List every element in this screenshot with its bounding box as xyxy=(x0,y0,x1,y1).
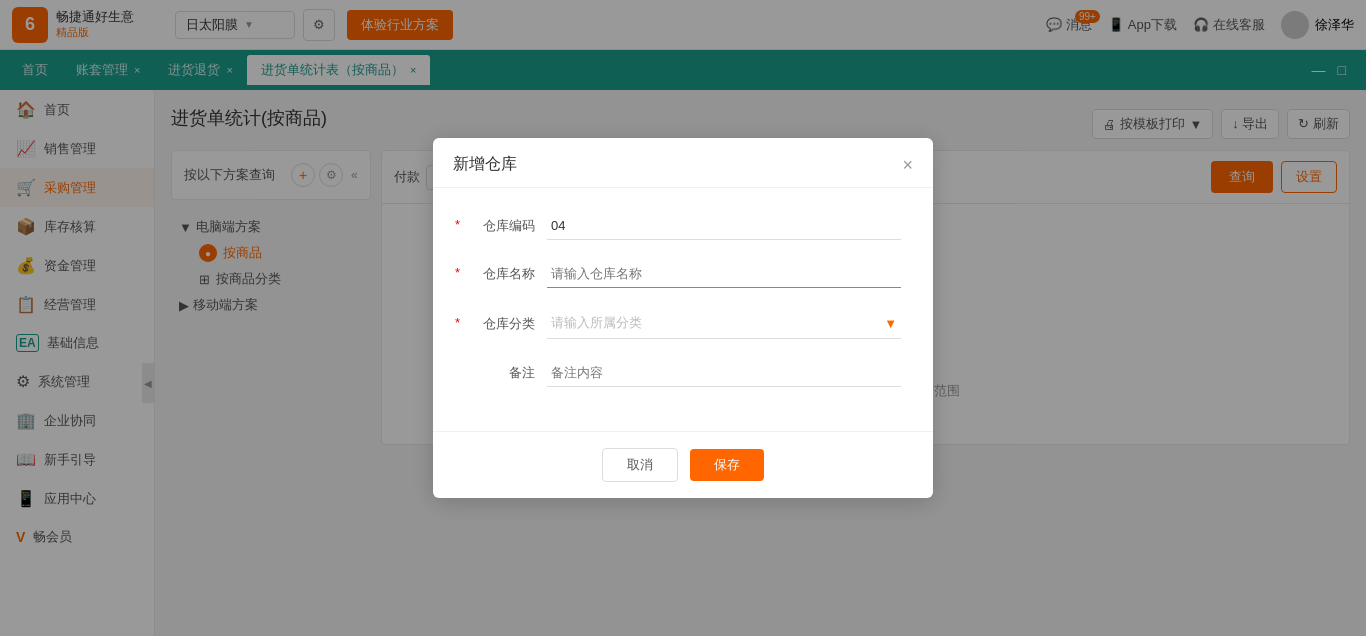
warehouse-name-label: 仓库名称 xyxy=(465,265,535,283)
warehouse-code-row: 仓库编码 xyxy=(465,212,901,240)
warehouse-category-placeholder: 请输入所属分类 xyxy=(551,314,642,332)
dialog-footer: 取消 保存 xyxy=(433,431,933,498)
warehouse-code-input[interactable] xyxy=(547,212,901,240)
warehouse-name-row: 仓库名称 xyxy=(465,260,901,288)
warehouse-category-label: 仓库分类 xyxy=(465,315,535,333)
modal-overlay[interactable]: 新增仓库 × 仓库编码 仓库名称 仓库分类 请输入所属分类 ▼ xyxy=(0,0,1366,636)
warehouse-code-label: 仓库编码 xyxy=(465,217,535,235)
dialog-title: 新增仓库 xyxy=(453,154,517,175)
warehouse-note-row: 备注 xyxy=(465,359,901,387)
category-chevron-icon: ▼ xyxy=(884,316,897,331)
warehouse-note-input[interactable] xyxy=(547,359,901,387)
dialog-header: 新增仓库 × xyxy=(433,138,933,188)
save-button[interactable]: 保存 xyxy=(690,449,764,481)
dialog-close-icon[interactable]: × xyxy=(902,156,913,174)
warehouse-name-input[interactable] xyxy=(547,260,901,288)
new-warehouse-dialog: 新增仓库 × 仓库编码 仓库名称 仓库分类 请输入所属分类 ▼ xyxy=(433,138,933,498)
warehouse-note-label: 备注 xyxy=(465,364,535,382)
warehouse-category-row: 仓库分类 请输入所属分类 ▼ xyxy=(465,308,901,339)
warehouse-category-select[interactable]: 请输入所属分类 ▼ xyxy=(547,308,901,339)
cancel-button[interactable]: 取消 xyxy=(602,448,678,482)
dialog-body: 仓库编码 仓库名称 仓库分类 请输入所属分类 ▼ 备注 xyxy=(433,188,933,431)
